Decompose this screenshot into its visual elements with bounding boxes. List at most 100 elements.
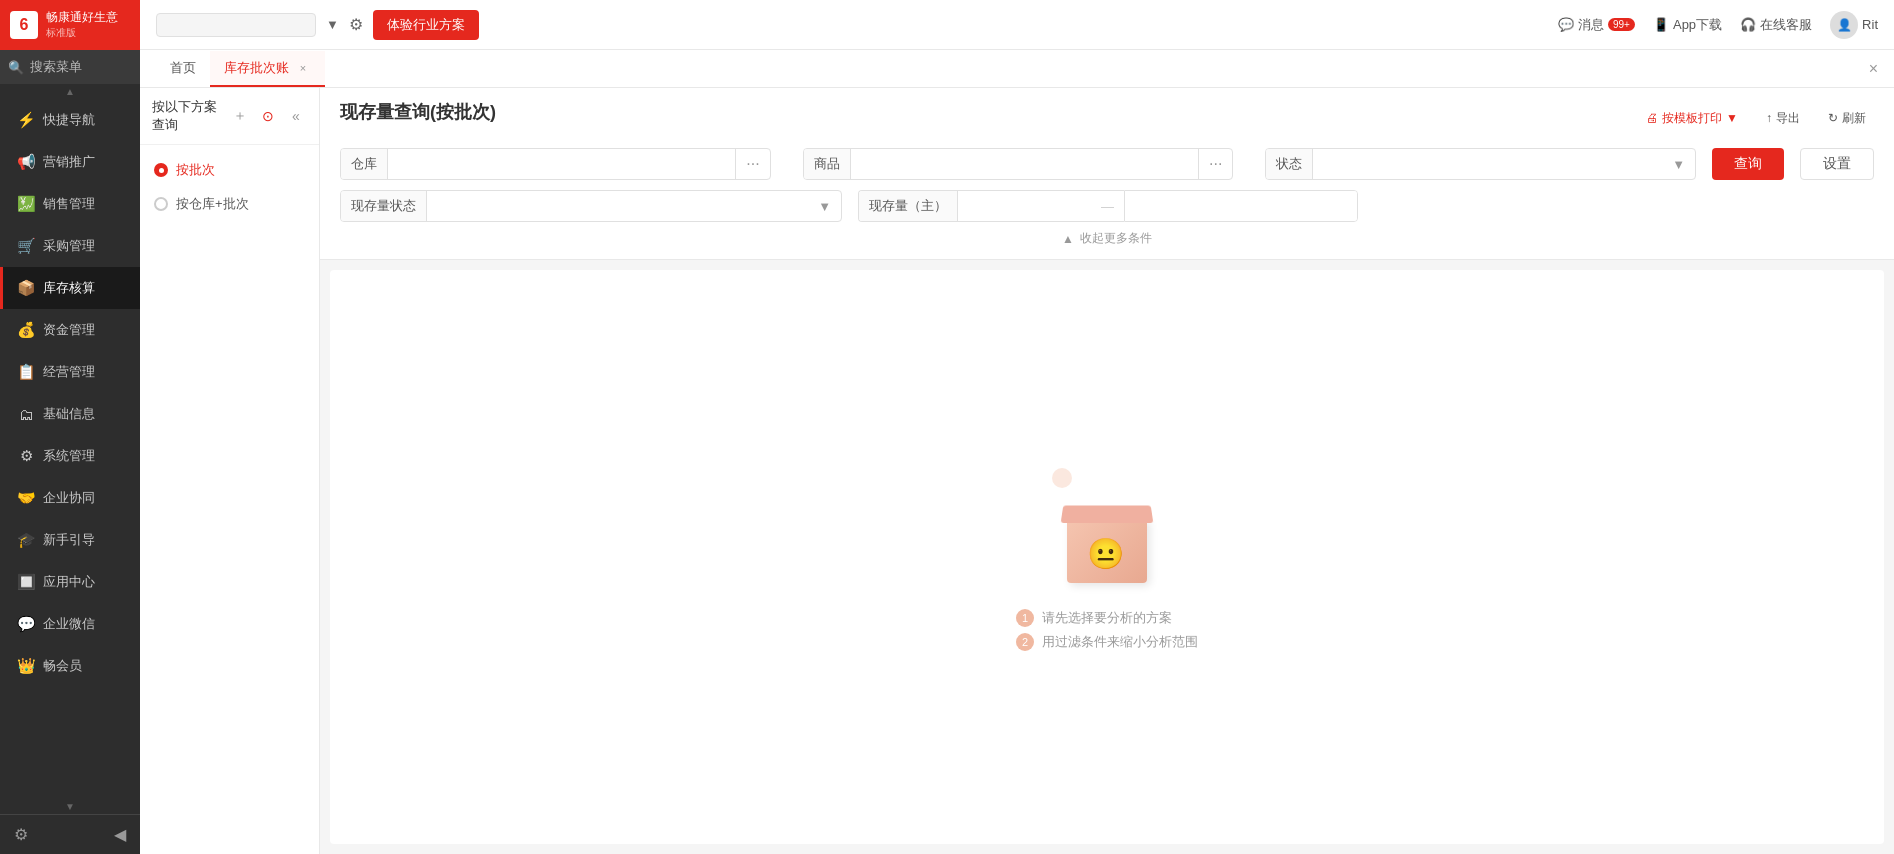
collapse-more-btn[interactable]: ▲ 收起更多条件 (340, 230, 1874, 247)
sidebar-item-operations[interactable]: 📋 经营管理 (0, 351, 140, 393)
sidebar-item-enterprise[interactable]: 🤝 企业协同 (0, 477, 140, 519)
collapse-label: 收起更多条件 (1080, 230, 1152, 247)
inventory-main-filter: 现存量（主） (858, 190, 1091, 222)
export-label: 导出 (1776, 110, 1800, 127)
sidebar-scroll-down[interactable]: ▼ (0, 799, 140, 814)
inventory-main-from-input[interactable] (958, 199, 1091, 214)
empty-hint-1: 1 请先选择要分析的方案 (1016, 609, 1198, 627)
sidebar-item-quick-nav[interactable]: ⚡ 快捷导航 (0, 99, 140, 141)
sidebar-item-guide[interactable]: 🎓 新手引导 (0, 519, 140, 561)
avatar-placeholder: 👤 (1837, 18, 1852, 32)
sidebar-item-app-center[interactable]: 🔲 应用中心 (0, 561, 140, 603)
box-lid (1061, 506, 1154, 523)
sidebar-app-version: 标准版 (46, 26, 118, 40)
print-dropdown-icon: ▼ (1726, 111, 1738, 125)
deco-circle (1052, 468, 1072, 488)
sidebar-item-finance[interactable]: 💰 资金管理 (0, 309, 140, 351)
sidebar-item-purchase[interactable]: 🛒 采购管理 (0, 225, 140, 267)
topbar-left: ▼ ⚙ 体验行业方案 (156, 10, 1548, 40)
nav-label-system: 系统管理 (43, 447, 95, 465)
sidebar-search[interactable]: 🔍 搜索菜单 (0, 50, 140, 84)
scheme-panel: 按以下方案查询 ＋ ⊙ « 按批次 按仓库+批次 (140, 88, 320, 854)
inventory-main-label: 现存量（主） (859, 191, 958, 221)
warehouse-input[interactable] (388, 157, 735, 172)
empty-hints: 1 请先选择要分析的方案 2 用过滤条件来缩小分析范围 (1016, 609, 1198, 651)
sidebar-item-wechat[interactable]: 💬 企业微信 (0, 603, 140, 645)
scheme-collapse-btn[interactable]: « (285, 105, 307, 127)
box-face: 😐 (1087, 536, 1124, 571)
avatar: 👤 (1830, 11, 1858, 39)
sidebar: 6 畅康通好生意 标准版 🔍 搜索菜单 ▲ ⚡ 快捷导航 📢 营销推广 💹 销售… (0, 0, 140, 854)
export-icon: ↑ (1766, 111, 1772, 125)
collapse-sidebar-icon[interactable]: ◀ (114, 825, 126, 844)
printer-icon: 🖨 (1646, 111, 1658, 125)
status-dropdown-btn[interactable]: ▼ (1662, 157, 1695, 172)
experience-industry-btn[interactable]: 体验行业方案 (373, 10, 479, 40)
sidebar-item-basic[interactable]: 🗂 基础信息 (0, 393, 140, 435)
settings-icon[interactable]: ⚙ (14, 825, 28, 844)
print-btn[interactable]: 🖨 按模板打印 ▼ (1638, 106, 1746, 131)
topbar-settings-icon[interactable]: ⚙ (349, 15, 363, 34)
phone-icon: 📱 (1653, 17, 1669, 32)
nav-icon-basic: 🗂 (17, 405, 35, 423)
nav-icon-enterprise: 🤝 (17, 489, 35, 507)
nav-label-basic: 基础信息 (43, 405, 95, 423)
inventory-main-filter-group: 现存量（主） — (858, 190, 1358, 222)
goods-input[interactable] (851, 157, 1198, 172)
online-service-btn[interactable]: 🎧 在线客服 (1740, 16, 1812, 34)
sidebar-item-system[interactable]: ⚙ 系统管理 (0, 435, 140, 477)
message-btn[interactable]: 💬 消息 99+ (1558, 16, 1635, 34)
nav-icon-guide: 🎓 (17, 531, 35, 549)
export-btn[interactable]: ↑ 导出 (1758, 106, 1808, 131)
tab-inventory-batch[interactable]: 库存批次账 × (210, 51, 325, 87)
tab-panel-close-btn[interactable]: × (1853, 60, 1894, 78)
scheme-settings-btn[interactable]: ⊙ (257, 105, 279, 127)
filter-settings-btn[interactable]: 设置 (1800, 148, 1874, 180)
sidebar-app-name: 畅康通好生意 (46, 10, 118, 26)
sidebar-item-marketing[interactable]: 📢 营销推广 (0, 141, 140, 183)
status-input[interactable] (1313, 157, 1662, 172)
goods-filter-label: 商品 (804, 149, 851, 179)
sidebar-scroll-up[interactable]: ▲ (0, 84, 140, 99)
inventory-status-filter: 现存量状态 ▼ (340, 190, 842, 222)
sidebar-item-inventory[interactable]: 📦 库存核算 (0, 267, 140, 309)
scheme-item-by-warehouse-batch[interactable]: 按仓库+批次 (140, 187, 319, 221)
user-avatar-btn[interactable]: 👤 Rit (1830, 11, 1878, 39)
message-icon: 💬 (1558, 17, 1574, 32)
topbar-dropdown-btn[interactable]: ▼ (326, 17, 339, 32)
scheme-radio-by-warehouse-batch (154, 197, 168, 211)
nav-label-enterprise: 企业协同 (43, 489, 95, 507)
nav-label-quick-nav: 快捷导航 (43, 111, 95, 129)
sidebar-item-member[interactable]: 👑 畅会员 (0, 645, 140, 687)
main-area: ▼ ⚙ 体验行业方案 💬 消息 99+ 📱 App下载 🎧 在线客服 👤 (140, 0, 1894, 854)
app-download-btn[interactable]: 📱 App下载 (1653, 16, 1722, 34)
warehouse-more-btn[interactable]: ··· (735, 149, 769, 179)
online-service-label: 在线客服 (1760, 16, 1812, 34)
scheme-item-by-batch[interactable]: 按批次 (140, 153, 319, 187)
nav-icon-inventory: 📦 (17, 279, 35, 297)
nav-label-finance: 资金管理 (43, 321, 95, 339)
add-scheme-btn[interactable]: ＋ (229, 105, 251, 127)
tab-close-btn[interactable]: × (295, 60, 311, 76)
status-filter-label: 状态 (1266, 149, 1313, 179)
nav-icon-operations: 📋 (17, 363, 35, 381)
query-btn[interactable]: 查询 (1712, 148, 1784, 180)
goods-more-btn[interactable]: ··· (1198, 149, 1232, 179)
nav-icon-quick-nav: ⚡ (17, 111, 35, 129)
scheme-list: 按批次 按仓库+批次 (140, 145, 319, 854)
refresh-btn[interactable]: ↻ 刷新 (1820, 106, 1874, 131)
tab-home[interactable]: 首页 (156, 51, 210, 87)
topbar-search-input[interactable] (156, 13, 316, 37)
refresh-icon: ↻ (1828, 111, 1838, 125)
filter-area: 现存量查询(按批次) 🖨 按模板打印 ▼ ↑ 导出 ↻ (320, 88, 1894, 260)
inventory-status-input[interactable] (427, 199, 808, 214)
query-title-row: 现存量查询(按批次) 🖨 按模板打印 ▼ ↑ 导出 ↻ (340, 100, 1874, 136)
gear-icon: ⊙ (262, 108, 274, 124)
scheme-panel-title: 按以下方案查询 (152, 98, 229, 134)
inventory-status-dropdown[interactable]: ▼ (808, 199, 841, 214)
hint-text-2: 用过滤条件来缩小分析范围 (1042, 633, 1198, 651)
right-content: 现存量查询(按批次) 🖨 按模板打印 ▼ ↑ 导出 ↻ (320, 88, 1894, 854)
inventory-main-to-input[interactable] (1125, 191, 1357, 221)
sidebar-item-sales[interactable]: 💹 销售管理 (0, 183, 140, 225)
hint-text-1: 请先选择要分析的方案 (1042, 609, 1172, 627)
